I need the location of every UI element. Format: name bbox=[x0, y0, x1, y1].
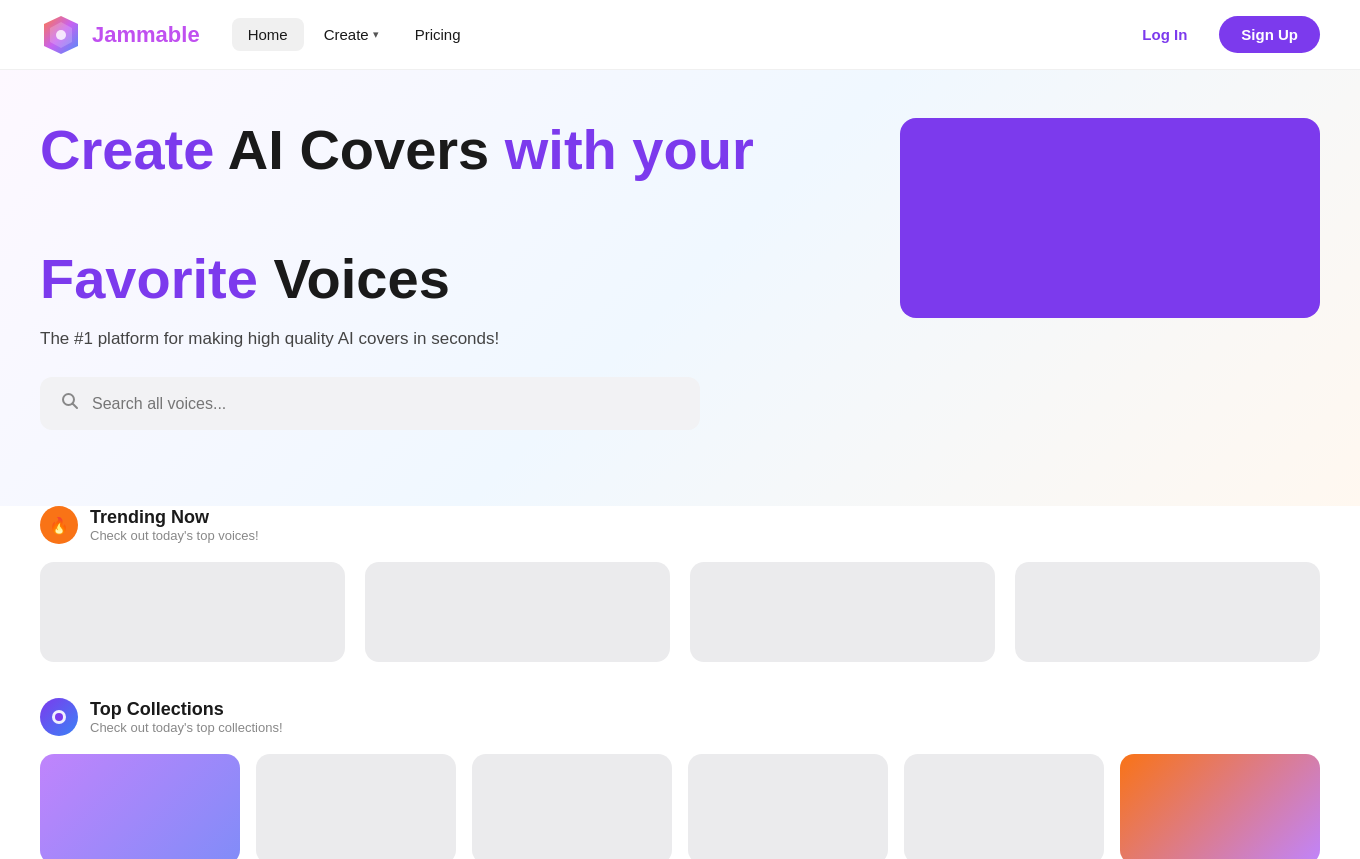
trending-title: Trending Now bbox=[90, 507, 259, 528]
navbar: Jammable Home Create ▾ Pricing Log In Si… bbox=[0, 0, 1360, 70]
hero-video-box bbox=[900, 118, 1320, 318]
navbar-left: Jammable Home Create ▾ Pricing bbox=[40, 14, 477, 56]
list-item[interactable] bbox=[256, 754, 456, 859]
login-button[interactable]: Log In bbox=[1126, 18, 1203, 51]
trending-header: 🔥 Trending Now Check out today's top voi… bbox=[40, 506, 1320, 544]
list-item[interactable] bbox=[472, 754, 672, 859]
hero-section: Create AI Covers with your Favorite Voic… bbox=[0, 70, 1360, 506]
logo-icon bbox=[40, 14, 82, 56]
nav-pricing[interactable]: Pricing bbox=[399, 18, 477, 51]
search-icon bbox=[60, 391, 80, 416]
collections-icon bbox=[40, 698, 78, 736]
table-row[interactable] bbox=[40, 562, 345, 662]
table-row[interactable] bbox=[690, 562, 995, 662]
collections-header: Top Collections Check out today's top co… bbox=[40, 698, 1320, 736]
main-content: 🔥 Trending Now Check out today's top voi… bbox=[0, 506, 1360, 859]
svg-line-4 bbox=[73, 404, 78, 409]
list-item[interactable] bbox=[40, 754, 240, 859]
hero-left: Create AI Covers with your Favorite Voic… bbox=[40, 118, 820, 466]
trending-subtitle: Check out today's top voices! bbox=[90, 528, 259, 543]
nav-create[interactable]: Create ▾ bbox=[308, 18, 395, 51]
brand-name: Jammable bbox=[92, 22, 200, 48]
trending-cards-grid bbox=[40, 562, 1320, 662]
search-bar[interactable] bbox=[40, 377, 700, 430]
list-item[interactable] bbox=[904, 754, 1104, 859]
hero-title-create: Create bbox=[40, 118, 214, 181]
collections-section: Top Collections Check out today's top co… bbox=[40, 698, 1320, 859]
logo[interactable]: Jammable bbox=[40, 14, 200, 56]
collections-subtitle: Check out today's top collections! bbox=[90, 720, 283, 735]
svg-point-6 bbox=[55, 713, 63, 721]
svg-point-2 bbox=[56, 30, 66, 40]
signup-button[interactable]: Sign Up bbox=[1219, 16, 1320, 53]
chevron-down-icon: ▾ bbox=[373, 28, 379, 41]
trending-icon: 🔥 bbox=[40, 506, 78, 544]
list-item[interactable] bbox=[1120, 754, 1320, 859]
collections-title: Top Collections bbox=[90, 699, 283, 720]
collections-title-group: Top Collections Check out today's top co… bbox=[90, 699, 283, 735]
hero-subtitle: The #1 platform for making high quality … bbox=[40, 329, 820, 349]
search-input[interactable] bbox=[92, 395, 680, 413]
trending-section: 🔥 Trending Now Check out today's top voi… bbox=[40, 506, 1320, 662]
nav-links: Home Create ▾ Pricing bbox=[232, 18, 477, 51]
list-item[interactable] bbox=[688, 754, 888, 859]
nav-home[interactable]: Home bbox=[232, 18, 304, 51]
navbar-right: Log In Sign Up bbox=[1126, 16, 1320, 53]
trending-title-group: Trending Now Check out today's top voice… bbox=[90, 507, 259, 543]
table-row[interactable] bbox=[365, 562, 670, 662]
hero-title: Create AI Covers with your Favorite Voic… bbox=[40, 118, 820, 311]
table-row[interactable] bbox=[1015, 562, 1320, 662]
collections-cards-grid bbox=[40, 754, 1320, 859]
